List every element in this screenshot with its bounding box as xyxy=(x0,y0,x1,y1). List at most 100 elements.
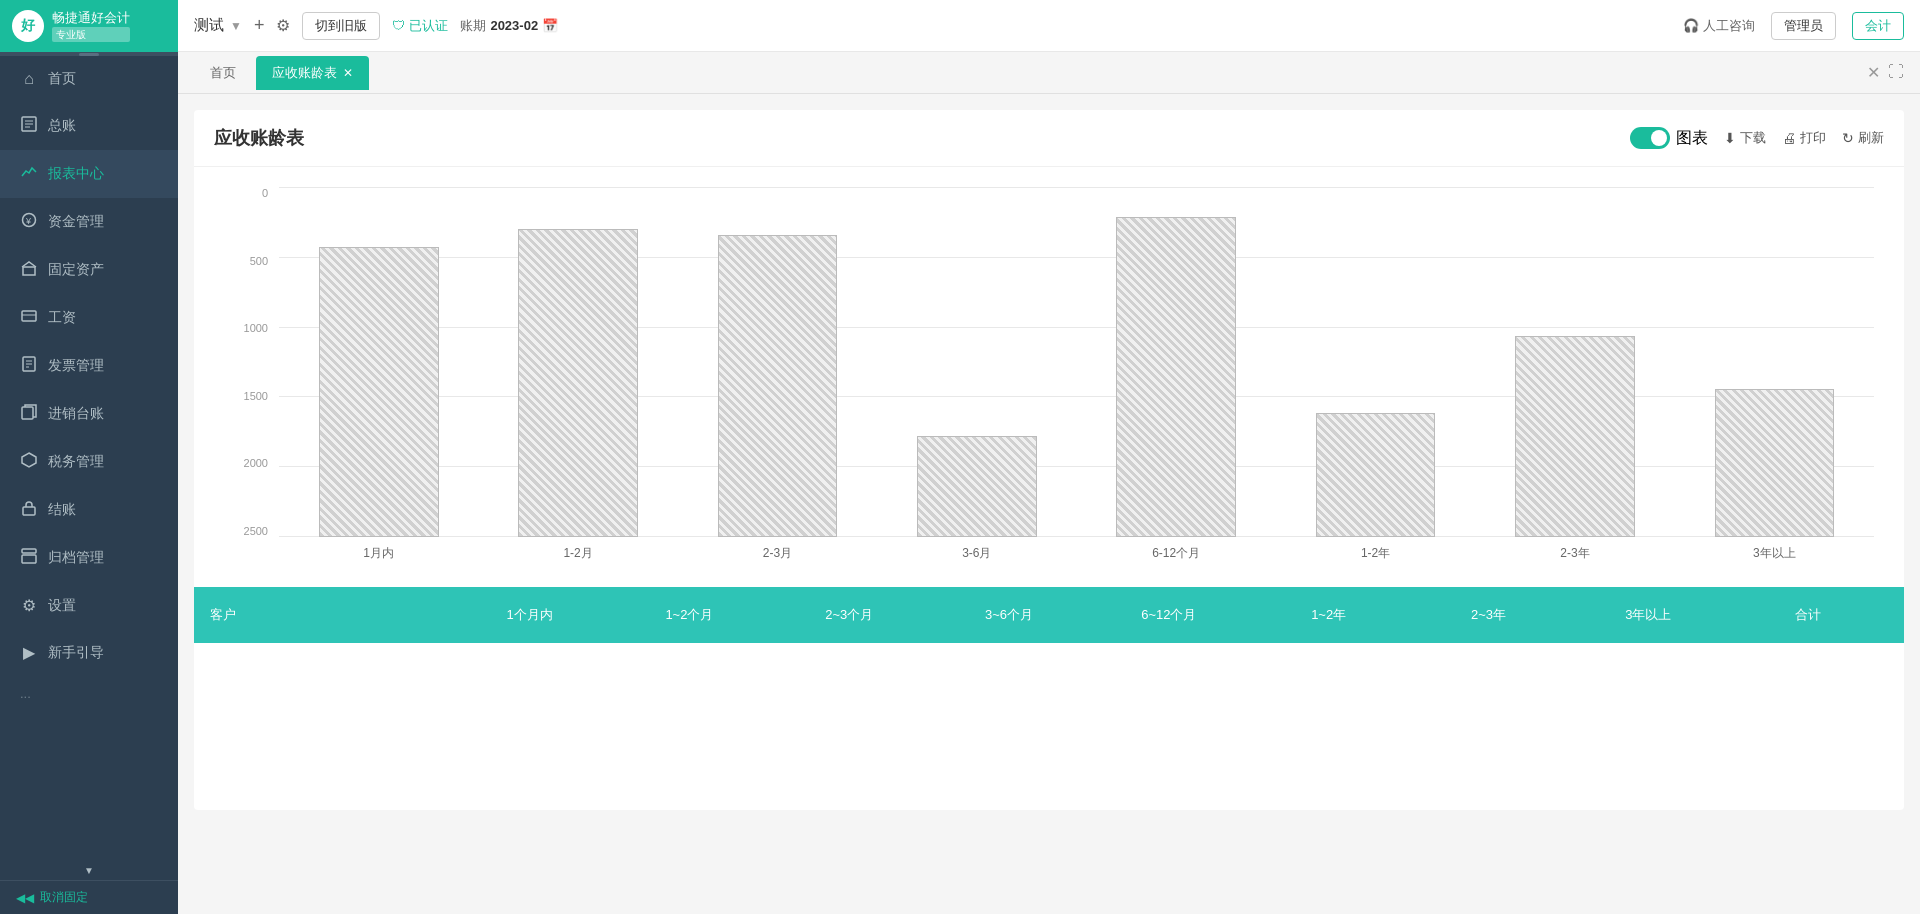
tax-icon xyxy=(20,452,38,472)
chart-x-labels: 1月内1-2月2-3月3-6月6-12个月1-2年2-3年3年以上 xyxy=(279,539,1874,567)
tabs-right-actions: ✕ ⛶ xyxy=(1867,63,1904,82)
y-label-3: 1500 xyxy=(224,390,274,402)
calendar-icon[interactable]: 📅 xyxy=(542,18,558,33)
print-button[interactable]: 🖨 打印 xyxy=(1782,129,1826,147)
tab-ar-aging[interactable]: 应收账龄表 ✕ xyxy=(256,56,369,90)
sidebar-item-tax[interactable]: 税务管理 xyxy=(0,438,178,486)
assets-icon xyxy=(20,260,38,280)
chart-bar-group-7 xyxy=(1675,187,1874,537)
purchase-icon xyxy=(20,404,38,424)
topbar-right: 🎧 人工咨询 管理员 会计 xyxy=(1683,12,1904,40)
table-header-cell-5: 6~12个月 xyxy=(1089,606,1249,624)
pin-icon: ◀◀ xyxy=(16,891,34,905)
role-button[interactable]: 会计 xyxy=(1852,12,1904,40)
chart-bar-group-5 xyxy=(1276,187,1475,537)
logo-text: 畅捷通好会计 专业版 xyxy=(52,10,130,42)
settings-button[interactable]: ⚙ xyxy=(276,16,290,35)
chart-bar-group-3 xyxy=(877,187,1076,537)
download-icon: ⬇ xyxy=(1724,130,1736,146)
sidebar-item-ledger[interactable]: 总账 xyxy=(0,102,178,150)
sidebar-item-archive[interactable]: 归档管理 xyxy=(0,534,178,582)
topbar: 测试 ▼ + ⚙ 切到旧版 🛡 已认证 账期 2023-02 📅 🎧 人工咨询 … xyxy=(178,0,1920,52)
sidebar-logo: 好 畅捷通好会计 专业版 xyxy=(0,0,178,52)
sidebar-item-settings[interactable]: ⚙ 设置 xyxy=(0,582,178,629)
tab-home[interactable]: 首页 xyxy=(194,56,252,90)
chart-x-label-6: 2-3年 xyxy=(1475,539,1674,567)
chart-bar-4 xyxy=(1116,217,1236,537)
sidebar-nav: ⌂ 首页 总账 报表中心 ¥ 资金管理 固定资产 xyxy=(0,52,178,861)
tabs-bar: 首页 应收账龄表 ✕ ✕ ⛶ xyxy=(178,52,1920,94)
svg-text:¥: ¥ xyxy=(25,216,32,226)
download-button[interactable]: ⬇ 下载 xyxy=(1724,129,1766,147)
sidebar-item-funds[interactable]: ¥ 资金管理 xyxy=(0,198,178,246)
sidebar: 好 畅捷通好会计 专业版 ⌂ 首页 总账 报表中心 ¥ xyxy=(0,0,178,914)
chart-bar-3 xyxy=(917,436,1037,537)
refresh-button[interactable]: ↻ 刷新 xyxy=(1842,129,1884,147)
sidebar-item-partial: ... xyxy=(0,676,178,711)
sidebar-item-assets[interactable]: 固定资产 xyxy=(0,246,178,294)
chart-bar-2 xyxy=(718,235,838,537)
table-header-cell-2: 1~2个月 xyxy=(610,606,770,624)
user-button[interactable]: 管理员 xyxy=(1771,12,1836,40)
chart-x-label-5: 1-2年 xyxy=(1276,539,1475,567)
settings-icon: ⚙ xyxy=(20,596,38,615)
sidebar-item-salary[interactable]: 工资 xyxy=(0,294,178,342)
svg-rect-7 xyxy=(22,311,36,321)
invoice-icon xyxy=(20,356,38,376)
svg-rect-6 xyxy=(23,267,35,275)
table-header-cell-9: 合计 xyxy=(1728,606,1888,624)
svg-rect-16 xyxy=(22,555,36,563)
sidebar-item-reports[interactable]: 报表中心 xyxy=(0,150,178,198)
sidebar-item-guide[interactable]: ▶ 新手引导 xyxy=(0,629,178,676)
main-content: 测试 ▼ + ⚙ 切到旧版 🛡 已认证 账期 2023-02 📅 🎧 人工咨询 … xyxy=(178,0,1920,914)
svg-rect-15 xyxy=(22,549,36,553)
home-icon: ⌂ xyxy=(20,70,38,88)
y-label-4: 2000 xyxy=(224,457,274,469)
sidebar-item-invoice[interactable]: 发票管理 xyxy=(0,342,178,390)
chart-toggle: 图表 xyxy=(1630,127,1708,149)
ledger-icon xyxy=(20,116,38,136)
chart-x-label-0: 1月内 xyxy=(279,539,478,567)
guide-icon: ▶ xyxy=(20,643,38,662)
consult-button[interactable]: 🎧 人工咨询 xyxy=(1683,17,1755,35)
add-company-button[interactable]: + xyxy=(254,15,265,36)
chart-x-label-3: 3-6月 xyxy=(877,539,1076,567)
headset-icon: 🎧 xyxy=(1683,18,1699,33)
chevron-down-icon: ▼ xyxy=(230,19,242,33)
expand-icon[interactable]: ⛶ xyxy=(1888,63,1904,82)
close-window-icon[interactable]: ✕ xyxy=(1867,63,1880,82)
chart-bar-7 xyxy=(1715,389,1835,537)
sidebar-item-close[interactable]: 结账 xyxy=(0,486,178,534)
sidebar-item-home[interactable]: ⌂ 首页 xyxy=(0,56,178,102)
chart-x-label-7: 3年以上 xyxy=(1675,539,1874,567)
switch-old-version-button[interactable]: 切到旧版 xyxy=(302,12,380,40)
topbar-title: 测试 ▼ xyxy=(194,16,242,35)
table-header-cell-3: 2~3个月 xyxy=(769,606,929,624)
funds-icon: ¥ xyxy=(20,212,38,232)
chart-x-label-2: 2-3月 xyxy=(678,539,877,567)
chart-inner: 2500 2000 1500 1000 500 0 xyxy=(224,187,1874,567)
tab-close-icon[interactable]: ✕ xyxy=(343,66,353,80)
chart-bar-group-1 xyxy=(478,187,677,537)
report-container: 应收账龄表 图表 ⬇ 下载 🖨 打印 ↻ xyxy=(194,110,1904,810)
close-account-icon xyxy=(20,500,38,520)
chart-bar-group-6 xyxy=(1475,187,1674,537)
y-label-0: 0 xyxy=(224,187,274,199)
page-content: 应收账龄表 图表 ⬇ 下载 🖨 打印 ↻ xyxy=(178,94,1920,914)
chart-toggle-switch[interactable] xyxy=(1630,127,1670,149)
sidebar-item-purchase[interactable]: 进销台账 xyxy=(0,390,178,438)
chart-area: 2500 2000 1500 1000 500 0 xyxy=(194,167,1904,587)
svg-rect-13 xyxy=(22,407,33,419)
chart-bar-6 xyxy=(1515,336,1635,537)
table-header-cell-8: 3年以上 xyxy=(1568,606,1728,624)
print-icon: 🖨 xyxy=(1782,130,1796,146)
cancel-fixed-button[interactable]: ◀◀ 取消固定 xyxy=(0,880,178,914)
scroll-down-indicator: ▼ xyxy=(0,861,178,880)
chart-toggle-label: 图表 xyxy=(1676,128,1708,149)
table-header-cell-4: 3~6个月 xyxy=(929,606,1089,624)
logo-icon: 好 xyxy=(12,10,44,42)
certified-icon: 🛡 xyxy=(392,18,405,33)
y-label-1: 500 xyxy=(224,255,274,267)
chart-x-label-4: 6-12个月 xyxy=(1077,539,1276,567)
chart-bar-5 xyxy=(1316,413,1436,537)
